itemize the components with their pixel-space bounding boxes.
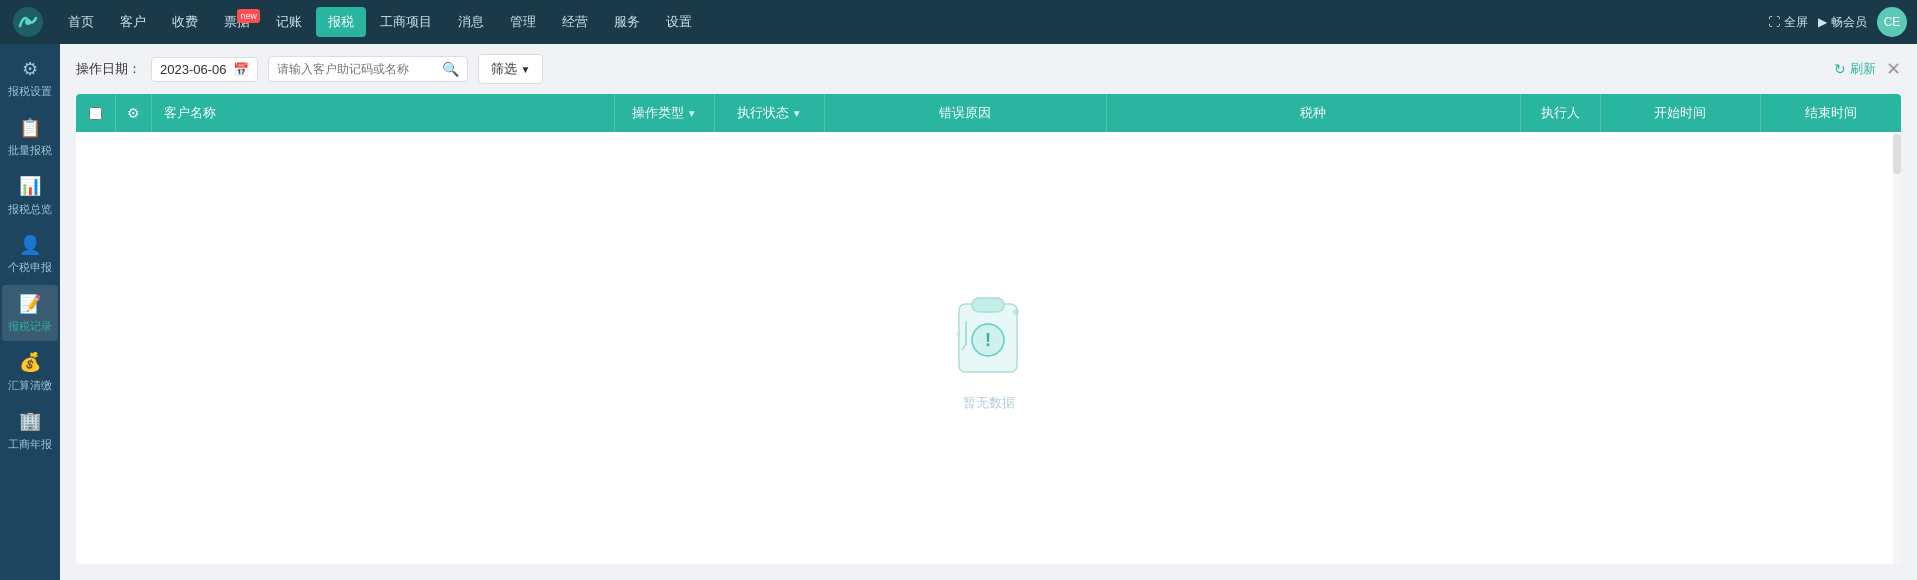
fullscreen-button[interactable]: ⛶ 全屏 xyxy=(1768,14,1808,31)
nav-item-客户[interactable]: 客户 xyxy=(108,7,158,37)
sidebar-item-报税总览[interactable]: 📊 报税总览 xyxy=(2,167,58,224)
scrollbar-track[interactable] xyxy=(1893,132,1901,564)
th-status-label: 执行状态 xyxy=(737,104,789,122)
fullscreen-label: 全屏 xyxy=(1784,14,1808,31)
settings-icon: ⚙ xyxy=(127,105,140,121)
date-value: 2023-06-06 xyxy=(160,62,227,77)
nav-item-收费[interactable]: 收费 xyxy=(160,7,210,37)
top-nav: 首页客户收费票据new记账报税工商项目消息管理经营服务设置 ⛶ 全屏 ▶ 畅会员… xyxy=(0,0,1917,44)
nav-item-设置[interactable]: 设置 xyxy=(654,7,704,37)
nav-item-消息[interactable]: 消息 xyxy=(446,7,496,37)
empty-illustration: ! xyxy=(944,284,1034,384)
th-executor: 执行人 xyxy=(1521,94,1601,132)
calendar-icon: 📅 xyxy=(233,62,249,77)
sidebar-icon: 🏢 xyxy=(19,410,41,433)
select-all-checkbox[interactable] xyxy=(89,107,102,120)
table-body: ! 暂无数据 xyxy=(76,132,1901,564)
refresh-icon: ↻ xyxy=(1834,61,1846,77)
avatar[interactable]: CE xyxy=(1877,7,1907,37)
th-checkbox[interactable] xyxy=(76,94,116,132)
sidebar-label: 个税申报 xyxy=(8,260,52,274)
sidebar-icon: 💰 xyxy=(19,351,41,374)
fullscreen-icon: ⛶ xyxy=(1768,15,1780,29)
refresh-button[interactable]: ↻ 刷新 xyxy=(1834,60,1876,78)
svg-point-8 xyxy=(1013,309,1019,315)
nav-item-服务[interactable]: 服务 xyxy=(602,7,652,37)
member-button[interactable]: ▶ 畅会员 xyxy=(1818,14,1867,31)
nav-item-票据[interactable]: 票据new xyxy=(212,7,262,37)
nav-item-报税[interactable]: 报税 xyxy=(316,7,366,37)
sidebar-label: 报税设置 xyxy=(8,84,52,98)
nav-item-首页[interactable]: 首页 xyxy=(56,7,106,37)
badge-new: new xyxy=(237,9,260,23)
svg-point-9 xyxy=(956,332,960,336)
scrollbar-thumb xyxy=(1893,134,1901,174)
th-settings[interactable]: ⚙ xyxy=(116,94,152,132)
filter-button[interactable]: 筛选 ▼ xyxy=(478,54,544,84)
th-end-time: 结束时间 xyxy=(1761,94,1901,132)
sidebar-item-汇算清缴[interactable]: 💰 汇算清缴 xyxy=(2,343,58,400)
th-error: 错误原因 xyxy=(825,94,1107,132)
sidebar-icon: 📝 xyxy=(19,293,41,316)
empty-state: ! 暂无数据 xyxy=(924,264,1054,432)
sidebar-label: 批量报税 xyxy=(8,143,52,157)
video-icon: ▶ xyxy=(1818,15,1827,29)
sidebar-item-批量报税[interactable]: 📋 批量报税 xyxy=(2,109,58,166)
sidebar-label: 报税记录 xyxy=(8,319,52,333)
sidebar-item-个税申报[interactable]: 👤 个税申报 xyxy=(2,226,58,283)
th-tax-type-label: 税种 xyxy=(1300,104,1326,122)
chevron-down-icon: ▼ xyxy=(521,64,531,75)
nav-item-记账[interactable]: 记账 xyxy=(264,7,314,37)
empty-text: 暂无数据 xyxy=(963,394,1015,412)
th-customer-label: 客户名称 xyxy=(164,104,216,122)
search-input[interactable] xyxy=(277,62,436,76)
op-type-filter-icon: ▼ xyxy=(687,108,697,119)
svg-text:!: ! xyxy=(985,330,991,350)
sidebar-icon: ⚙ xyxy=(22,58,38,81)
sidebar-icon: 👤 xyxy=(19,234,41,257)
sidebar-icon: 📋 xyxy=(19,117,41,140)
top-nav-right: ⛶ 全屏 ▶ 畅会员 CE xyxy=(1768,7,1907,37)
table-container: ⚙ 客户名称 操作类型 ▼ 执行状态 ▼ 错误原因 税种 xyxy=(76,94,1901,564)
th-op-type-label: 操作类型 xyxy=(632,104,684,122)
sidebar-label: 汇算清缴 xyxy=(8,378,52,392)
nav-item-经营[interactable]: 经营 xyxy=(550,7,600,37)
th-start-time: 开始时间 xyxy=(1601,94,1761,132)
nav-items: 首页客户收费票据new记账报税工商项目消息管理经营服务设置 xyxy=(56,7,1768,37)
close-button[interactable]: ✕ xyxy=(1886,60,1901,78)
th-op-type[interactable]: 操作类型 ▼ xyxy=(615,94,715,132)
logo xyxy=(10,4,46,40)
filter-label: 筛选 xyxy=(491,60,517,78)
sidebar-label: 工商年报 xyxy=(8,437,52,451)
th-start-time-label: 开始时间 xyxy=(1654,104,1706,122)
refresh-label: 刷新 xyxy=(1850,60,1876,78)
table-header: ⚙ 客户名称 操作类型 ▼ 执行状态 ▼ 错误原因 税种 xyxy=(76,94,1901,132)
main-layout: ⚙ 报税设置 📋 批量报税 📊 报税总览 👤 个税申报 📝 报税记录 💰 汇算清缴 🏢 工商年报 操作日期… xyxy=(0,44,1917,580)
toolbar: 操作日期： 2023-06-06 📅 🔍 筛选 ▼ ↻ 刷新 ✕ xyxy=(60,44,1917,94)
th-customer: 客户名称 xyxy=(152,94,615,132)
date-picker[interactable]: 2023-06-06 📅 xyxy=(151,57,258,82)
date-label: 操作日期： xyxy=(76,60,141,78)
svg-point-1 xyxy=(25,19,31,25)
th-status[interactable]: 执行状态 ▼ xyxy=(715,94,825,132)
th-end-time-label: 结束时间 xyxy=(1805,104,1857,122)
sidebar: ⚙ 报税设置 📋 批量报税 📊 报税总览 👤 个税申报 📝 报税记录 💰 汇算清缴 🏢 工商年报 xyxy=(0,44,60,580)
sidebar-item-报税设置[interactable]: ⚙ 报税设置 xyxy=(2,50,58,107)
content-area: 操作日期： 2023-06-06 📅 🔍 筛选 ▼ ↻ 刷新 ✕ xyxy=(60,44,1917,580)
status-filter-icon: ▼ xyxy=(792,108,802,119)
th-executor-label: 执行人 xyxy=(1541,104,1580,122)
nav-item-工商项目[interactable]: 工商项目 xyxy=(368,7,444,37)
th-tax-type: 税种 xyxy=(1107,94,1521,132)
search-icon: 🔍 xyxy=(442,61,459,77)
sidebar-item-报税记录[interactable]: 📝 报税记录 xyxy=(2,285,58,342)
sidebar-item-工商年报[interactable]: 🏢 工商年报 xyxy=(2,402,58,459)
sidebar-label: 报税总览 xyxy=(8,202,52,216)
svg-rect-3 xyxy=(972,298,1004,312)
member-label: 畅会员 xyxy=(1831,14,1867,31)
sidebar-icon: 📊 xyxy=(19,175,41,198)
nav-item-管理[interactable]: 管理 xyxy=(498,7,548,37)
th-error-label: 错误原因 xyxy=(939,104,991,122)
search-wrapper: 🔍 xyxy=(268,56,468,82)
